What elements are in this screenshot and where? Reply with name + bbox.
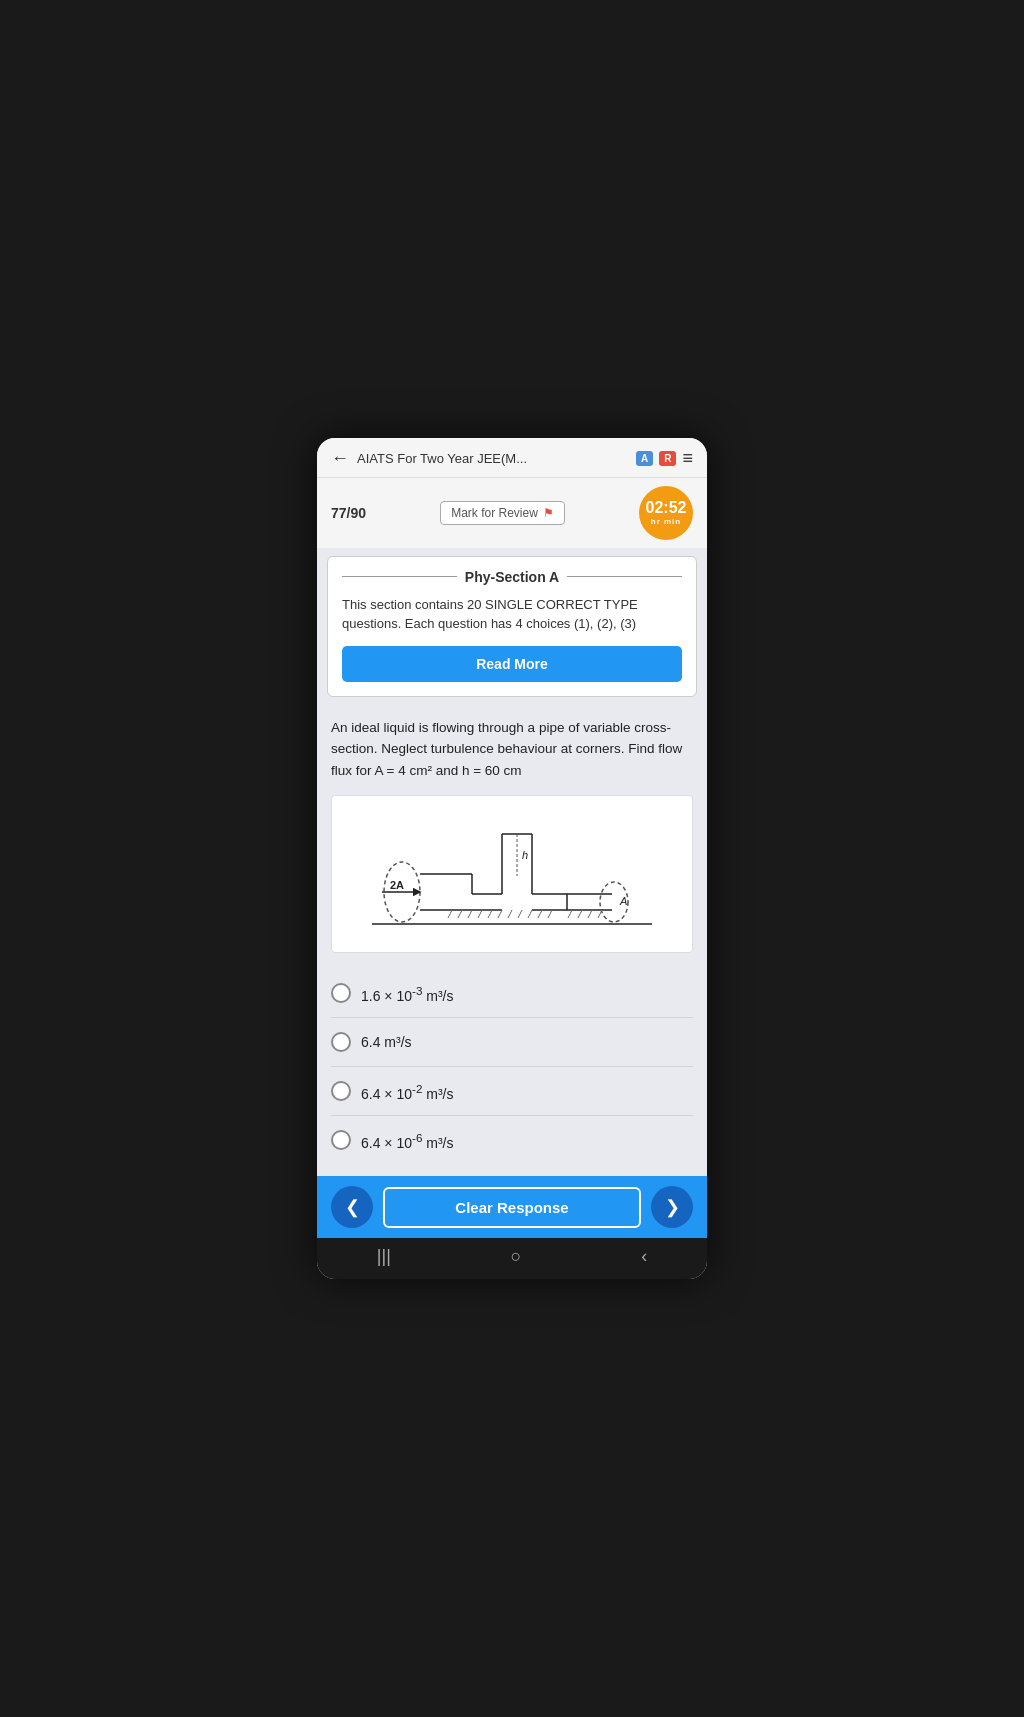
svg-line-22 <box>458 910 462 918</box>
option-item-c[interactable]: 6.4 × 10-2 m³/s <box>331 1067 693 1116</box>
radio-c[interactable] <box>331 1081 351 1101</box>
svg-line-26 <box>498 910 502 918</box>
option-item-b[interactable]: 6.4 m³/s <box>331 1018 693 1067</box>
bottom-nav: ❮ Clear Response ❯ <box>317 1176 707 1238</box>
menu-icon[interactable]: ≡ <box>682 448 693 469</box>
svg-line-23 <box>468 910 472 918</box>
radio-a[interactable] <box>331 983 351 1003</box>
svg-line-30 <box>538 910 542 918</box>
pipe-diagram: 2A h <box>331 795 693 953</box>
system-nav: ||| ○ ‹ <box>317 1238 707 1279</box>
question-number: 77/90 <box>331 505 366 521</box>
svg-text:A: A <box>619 895 627 907</box>
top-bar-title: AIATS For Two Year JEE(M... <box>357 451 527 466</box>
svg-text:h: h <box>522 849 528 861</box>
svg-line-27 <box>508 910 512 918</box>
next-icon: ❯ <box>665 1196 680 1218</box>
prev-button[interactable]: ❮ <box>331 1186 373 1228</box>
back-sys-btn[interactable]: ||| <box>377 1246 391 1267</box>
radio-d[interactable] <box>331 1130 351 1150</box>
top-bar: ← AIATS For Two Year JEE(M... A R ≡ <box>317 438 707 478</box>
option-text-d: 6.4 × 10-6 m³/s <box>361 1131 453 1151</box>
svg-line-31 <box>548 910 552 918</box>
question-header: 77/90 Mark for Review ⚑ 02:52 hr min <box>317 478 707 548</box>
back-arrow-icon[interactable]: ← <box>331 448 349 469</box>
svg-line-33 <box>578 910 582 918</box>
section-description: This section contains 20 SINGLE CORRECT … <box>342 595 682 634</box>
option-text-a: 1.6 × 10-3 m³/s <box>361 984 453 1004</box>
svg-line-34 <box>588 910 592 918</box>
option-item-a[interactable]: 1.6 × 10-3 m³/s <box>331 969 693 1018</box>
main-content: An ideal liquid is flowing through a pip… <box>317 705 707 1177</box>
option-text-c: 6.4 × 10-2 m³/s <box>361 1082 453 1102</box>
mark-review-button[interactable]: Mark for Review ⚑ <box>440 501 565 525</box>
prev-icon: ❮ <box>345 1196 360 1218</box>
svg-line-28 <box>518 910 522 918</box>
option-text-b: 6.4 m³/s <box>361 1034 412 1050</box>
phone-frame: ← AIATS For Two Year JEE(M... A R ≡ 77/9… <box>317 438 707 1280</box>
svg-line-25 <box>488 910 492 918</box>
section-title: Phy-Section A <box>465 569 559 585</box>
badge-a: A <box>636 451 653 466</box>
badge-r: R <box>659 451 676 466</box>
flag-icon: ⚑ <box>543 506 554 520</box>
radio-b[interactable] <box>331 1032 351 1052</box>
timer-circle: 02:52 hr min <box>639 486 693 540</box>
option-item-d[interactable]: 6.4 × 10-6 m³/s <box>331 1116 693 1164</box>
options-list: 1.6 × 10-3 m³/s 6.4 m³/s 6.4 × 10-2 m³/s… <box>331 969 693 1164</box>
svg-text:2A: 2A <box>390 879 404 891</box>
section-line-right <box>567 576 682 577</box>
question-text: An ideal liquid is flowing through a pip… <box>331 717 693 782</box>
next-button[interactable]: ❯ <box>651 1186 693 1228</box>
top-bar-left: ← AIATS For Two Year JEE(M... <box>331 448 527 469</box>
section-line-left <box>342 576 457 577</box>
home-sys-btn[interactable]: ○ <box>511 1246 522 1267</box>
read-more-button[interactable]: Read More <box>342 646 682 682</box>
section-box: Phy-Section A This section contains 20 S… <box>327 556 697 697</box>
timer-label: hr min <box>651 517 681 526</box>
mark-review-label: Mark for Review <box>451 506 538 520</box>
top-bar-right: A R ≡ <box>636 448 693 469</box>
svg-line-35 <box>598 910 602 918</box>
pipe-svg: 2A h <box>372 804 652 944</box>
clear-response-button[interactable]: Clear Response <box>383 1187 641 1228</box>
section-title-row: Phy-Section A <box>342 569 682 585</box>
svg-line-29 <box>528 910 532 918</box>
svg-line-21 <box>448 910 452 918</box>
recent-sys-btn[interactable]: ‹ <box>641 1246 647 1267</box>
svg-line-24 <box>478 910 482 918</box>
timer-time: 02:52 <box>646 499 687 517</box>
svg-line-32 <box>568 910 572 918</box>
